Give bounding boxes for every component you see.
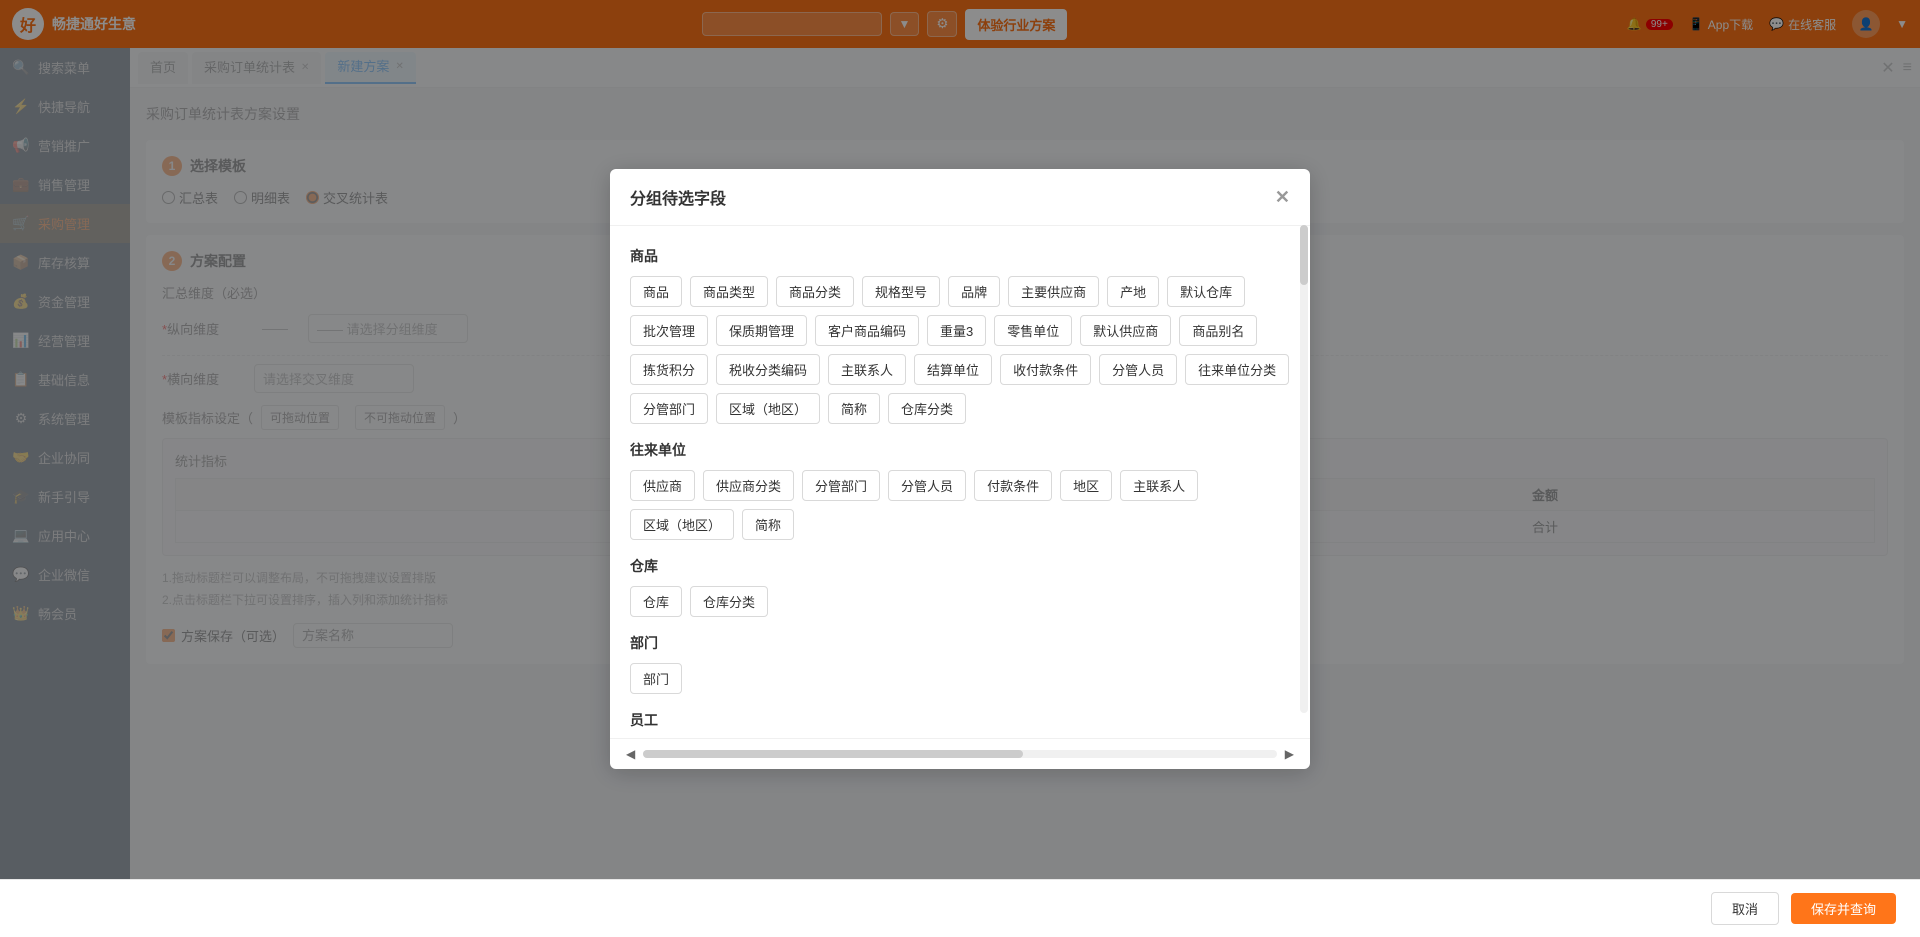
field-tags-goods: 商品 商品类型 商品分类 规格型号 品牌 主要供应商 产地 默认仓库 批次管理 … xyxy=(630,276,1290,424)
field-tags-counterpart: 供应商 供应商分类 分管部门 分管人员 付款条件 地区 主联系人 区域（地区） … xyxy=(630,470,1290,540)
field-tag-supplier-category[interactable]: 供应商分类 xyxy=(703,470,794,501)
field-tag-goods-type[interactable]: 商品类型 xyxy=(690,276,768,307)
field-tag-warehouse-category[interactable]: 仓库分类 xyxy=(888,393,966,424)
hscroll-left-arrow[interactable]: ◀ xyxy=(622,747,639,761)
hscroll-thumb xyxy=(643,750,1023,758)
field-tag-retail-unit[interactable]: 零售单位 xyxy=(994,315,1072,346)
page-footer: 取消 保存并查询 xyxy=(0,879,1920,937)
modal-dialog: 分组待选字段 ✕ 商品 商品 商品类型 商品分类 规格型号 品牌 主要供应商 产… xyxy=(610,169,1310,769)
field-tag-customer-code[interactable]: 客户商品编码 xyxy=(815,315,919,346)
cancel-button[interactable]: 取消 xyxy=(1711,892,1779,925)
modal-close-btn[interactable]: ✕ xyxy=(1275,188,1290,206)
modal-body: 商品 商品 商品类型 商品分类 规格型号 品牌 主要供应商 产地 默认仓库 批次… xyxy=(610,226,1310,738)
field-tag-brand[interactable]: 品牌 xyxy=(948,276,1000,307)
field-tag-payment-terms[interactable]: 收付款条件 xyxy=(1000,354,1091,385)
field-tag-goods[interactable]: 商品 xyxy=(630,276,682,307)
field-tag-dept-cp[interactable]: 分管部门 xyxy=(802,470,880,501)
modal-vscroll-thumb xyxy=(1300,225,1308,285)
field-tag-batch-mgmt[interactable]: 批次管理 xyxy=(630,315,708,346)
field-tag-origin[interactable]: 产地 xyxy=(1107,276,1159,307)
field-tag-area[interactable]: 地区 xyxy=(1060,470,1112,501)
modal-hscroll: ◀ ▶ xyxy=(610,738,1310,769)
section-title-warehouse: 仓库 xyxy=(630,556,1290,576)
field-tag-warehouse[interactable]: 仓库 xyxy=(630,586,682,617)
modal-vscroll-track xyxy=(1300,225,1308,713)
field-tag-settlement-unit[interactable]: 结算单位 xyxy=(914,354,992,385)
section-title-staff: 员工 xyxy=(630,710,1290,730)
field-tag-goods-alias[interactable]: 商品别名 xyxy=(1179,315,1257,346)
field-tag-default-supplier[interactable]: 默认供应商 xyxy=(1080,315,1171,346)
modal-title: 分组待选字段 xyxy=(630,185,726,209)
field-tag-weight3[interactable]: 重量3 xyxy=(927,315,986,346)
field-tag-dept[interactable]: 部门 xyxy=(630,663,682,694)
field-tag-person-cp[interactable]: 分管人员 xyxy=(888,470,966,501)
section-title-dept: 部门 xyxy=(630,633,1290,653)
field-tags-dept: 部门 xyxy=(630,663,1290,694)
field-tag-region-cp[interactable]: 区域（地区） xyxy=(630,509,734,540)
modal-overlay: 分组待选字段 ✕ 商品 商品 商品类型 商品分类 规格型号 品牌 主要供应商 产… xyxy=(0,0,1920,937)
field-tag-region-goods[interactable]: 区域（地区） xyxy=(716,393,820,424)
field-tag-dept-managed[interactable]: 分管部门 xyxy=(630,393,708,424)
section-title-counterpart: 往来单位 xyxy=(630,440,1290,460)
save-query-button[interactable]: 保存并查询 xyxy=(1791,893,1896,924)
field-tag-supervisor[interactable]: 分管人员 xyxy=(1099,354,1177,385)
field-tag-main-supplier[interactable]: 主要供应商 xyxy=(1008,276,1099,307)
field-tag-default-warehouse[interactable]: 默认仓库 xyxy=(1167,276,1245,307)
field-tags-warehouse: 仓库 仓库分类 xyxy=(630,586,1290,617)
field-tag-short-name-cp[interactable]: 简称 xyxy=(742,509,794,540)
field-tag-shelf-life[interactable]: 保质期管理 xyxy=(716,315,807,346)
field-tag-warehouse-cat[interactable]: 仓库分类 xyxy=(690,586,768,617)
field-tag-pick-points[interactable]: 拣货积分 xyxy=(630,354,708,385)
field-tag-counterpart-category[interactable]: 往来单位分类 xyxy=(1185,354,1289,385)
field-tag-spec[interactable]: 规格型号 xyxy=(862,276,940,307)
field-tag-payment-condition[interactable]: 付款条件 xyxy=(974,470,1052,501)
hscroll-right-arrow[interactable]: ▶ xyxy=(1281,747,1298,761)
hscroll-track xyxy=(643,750,1277,758)
field-tag-main-contact[interactable]: 主联系人 xyxy=(828,354,906,385)
section-title-goods: 商品 xyxy=(630,246,1290,266)
field-tag-supplier[interactable]: 供应商 xyxy=(630,470,695,501)
modal-header: 分组待选字段 ✕ xyxy=(610,169,1310,226)
field-tag-goods-category[interactable]: 商品分类 xyxy=(776,276,854,307)
field-tag-main-contact-cp[interactable]: 主联系人 xyxy=(1120,470,1198,501)
field-tag-short-name[interactable]: 简称 xyxy=(828,393,880,424)
field-tag-tax-code[interactable]: 税收分类编码 xyxy=(716,354,820,385)
